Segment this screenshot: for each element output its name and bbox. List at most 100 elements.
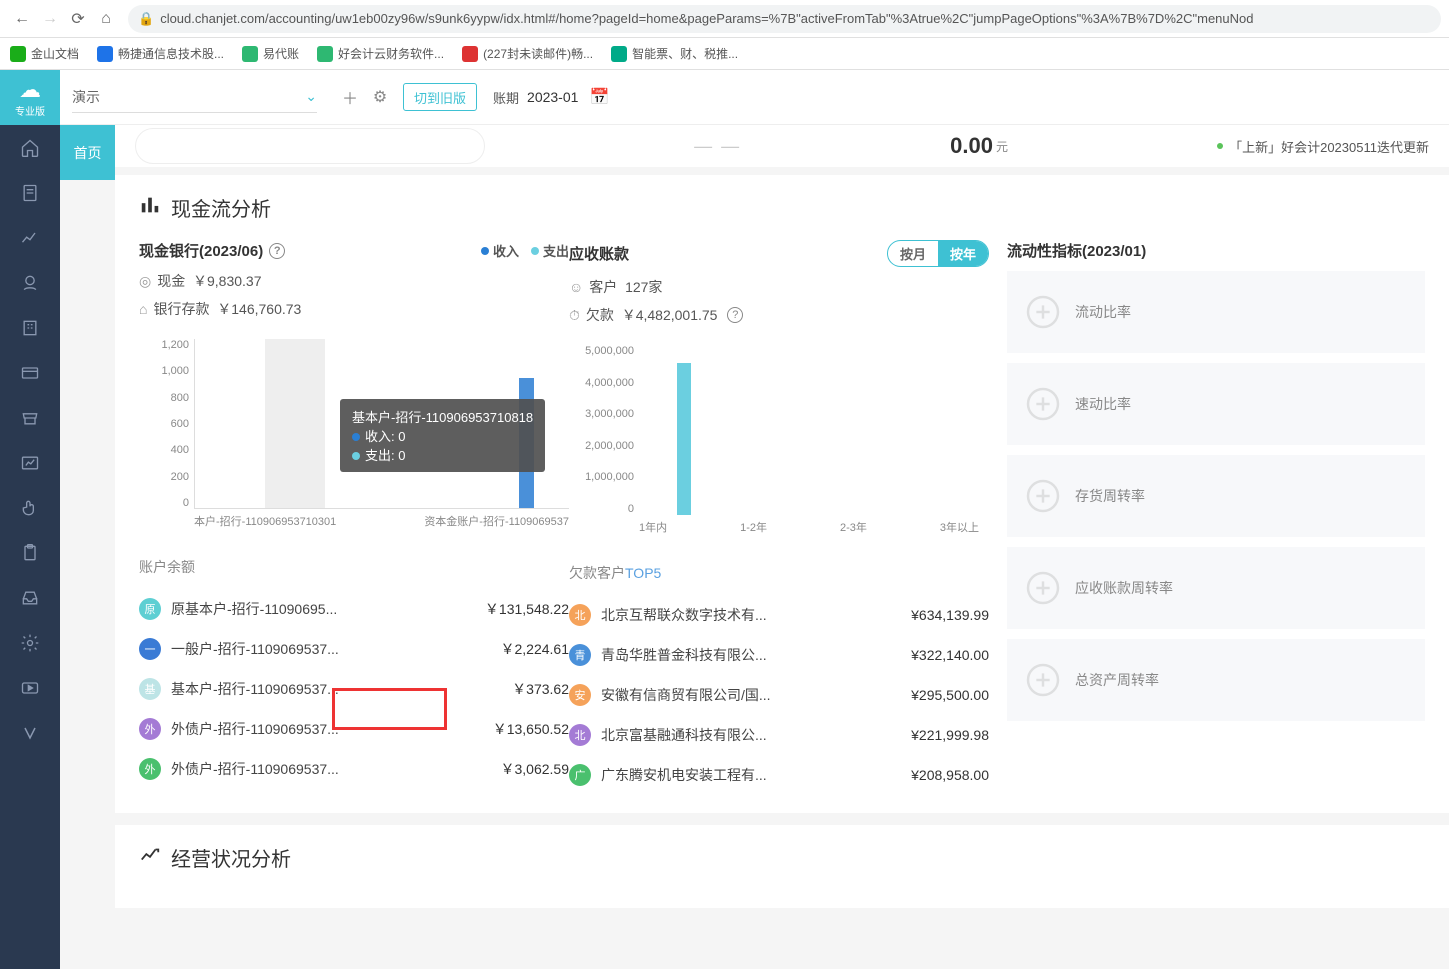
account-row[interactable]: 基基本户-招行-1109069537...￥373.62	[139, 669, 569, 709]
nav-clipboard-icon[interactable]	[0, 530, 60, 575]
period-label: 账期	[493, 88, 519, 107]
yuan-label: 元	[996, 138, 1008, 155]
account-row[interactable]: 一一般户-招行-1109069537...￥2,224.61	[139, 629, 569, 669]
dash-value: — —	[694, 136, 741, 157]
nav-home-icon[interactable]	[0, 125, 60, 170]
indicator-icon	[1023, 384, 1063, 424]
search-oval[interactable]	[135, 128, 485, 164]
news-item[interactable]: 「上新」好会计20230511迭代更新	[1217, 137, 1429, 156]
nav-chart-icon[interactable]	[0, 215, 60, 260]
nav-hand-icon[interactable]	[0, 485, 60, 530]
nav-card-icon[interactable]	[0, 350, 60, 395]
account-badge: 原	[139, 598, 161, 620]
legend-in-dot	[481, 247, 489, 255]
period-value[interactable]: 2023-01	[527, 89, 578, 105]
bookmark[interactable]: 畅捷通信息技术股...	[97, 45, 224, 62]
indicator-icon	[1023, 476, 1063, 516]
nav-dashboard-icon[interactable]	[0, 440, 60, 485]
reload-button[interactable]: ⟳	[64, 5, 92, 33]
chart-highlight-band	[265, 339, 325, 508]
top-header: 演示 ⌄ ＋ ⚙ 切到旧版 账期 2023-01 📅	[60, 70, 1449, 125]
help-icon[interactable]: ?	[727, 307, 743, 323]
bank-icon: ⌂	[139, 301, 147, 317]
ops-panel: 经营状况分析	[115, 825, 1449, 908]
receivable-title: 应收账款	[569, 243, 629, 264]
summary-strip: — — 0.00 元 「上新」好会计20230511迭代更新	[115, 125, 1449, 167]
favicon	[611, 46, 627, 62]
gear-icon[interactable]: ⚙	[365, 82, 395, 112]
indicator-card[interactable]: 应收账款周转率	[1007, 547, 1425, 629]
dot-icon	[1217, 143, 1223, 149]
bookmark[interactable]: 好会计云财务软件...	[317, 45, 444, 62]
indicator-card[interactable]: 速动比率	[1007, 363, 1425, 445]
receivable-bar-chart: 5,000,0004,000,0003,000,0002,000,0001,00…	[569, 345, 989, 545]
debtor-badge: 北	[569, 604, 591, 626]
favicon	[242, 46, 258, 62]
nav-inbox-icon[interactable]	[0, 575, 60, 620]
calendar-icon[interactable]: 📅	[584, 82, 614, 112]
nav-video-icon[interactable]	[0, 665, 60, 710]
browser-toolbar: ← → ⟳ ⌂ 🔒 cloud.chanjet.com /accounting/…	[0, 0, 1449, 38]
logo-label: 专业版	[15, 103, 45, 118]
coin-icon: ◎	[139, 273, 151, 290]
bank-bar-chart: 1,2001,0008006004002000 基本户-招行-110906953…	[139, 339, 569, 539]
nav-money-icon[interactable]	[0, 260, 60, 305]
account-row[interactable]: 外外债户-招行-1109069537...￥3,062.59	[139, 749, 569, 789]
tab-strip: 首页	[60, 125, 115, 180]
nav-gear-icon[interactable]	[0, 620, 60, 665]
bookmark[interactable]: (227封未读邮件)畅...	[462, 45, 593, 62]
debtor-row[interactable]: 安安徽有信商贸有限公司/国...¥295,500.00	[569, 675, 989, 715]
nav-shop-icon[interactable]	[0, 395, 60, 440]
indicator-card[interactable]: 总资产周转率	[1007, 639, 1425, 721]
balance-title: 账户余额	[139, 557, 569, 577]
cash-bank-section: 现金银行(2023/06) ? 收入 支出 ◎现金 ￥9,830.37 ⌂银行存…	[139, 240, 569, 795]
favicon	[317, 46, 333, 62]
legend-out-dot	[531, 247, 539, 255]
bookmark[interactable]: 金山文档	[10, 45, 79, 62]
indicators-title: 流动性指标(2023/01)	[1007, 240, 1425, 261]
account-badge: 一	[139, 638, 161, 660]
favicon	[462, 46, 478, 62]
debtor-row[interactable]: 北北京互帮联众数字技术有...¥634,139.99	[569, 595, 989, 635]
switch-old-button[interactable]: 切到旧版	[403, 83, 477, 111]
cashflow-panel: 现金流分析 现金银行(2023/06) ? 收入 支出	[115, 175, 1449, 813]
indicator-card[interactable]: 流动比率	[1007, 271, 1425, 353]
indicator-icon	[1023, 292, 1063, 332]
nav-v-icon[interactable]	[0, 710, 60, 755]
bookmark[interactable]: 易代账	[242, 45, 299, 62]
debtor-row[interactable]: 北北京富基融通科技有限公...¥221,999.98	[569, 715, 989, 755]
cash-bank-title: 现金银行(2023/06)	[139, 240, 263, 261]
add-button[interactable]: ＋	[335, 82, 365, 112]
debtor-row[interactable]: 广广东腾安机电安装工程有...¥208,958.00	[569, 755, 989, 795]
back-button[interactable]: ←	[8, 5, 36, 33]
help-icon[interactable]: ?	[269, 243, 285, 259]
bookmark[interactable]: 智能票、财、税推...	[611, 45, 738, 62]
user-icon: ☺	[569, 279, 583, 295]
cloud-upload-icon: ☁	[19, 77, 41, 103]
url-bar[interactable]: 🔒 cloud.chanjet.com /accounting/uw1eb00z…	[128, 5, 1441, 33]
home-button[interactable]: ⌂	[92, 5, 120, 33]
account-row[interactable]: 原原基本户-招行-11090695...￥131,548.22	[139, 589, 569, 629]
tab-home[interactable]: 首页	[60, 125, 115, 180]
app-logo[interactable]: ☁ 专业版	[0, 70, 60, 125]
debtor-badge: 广	[569, 764, 591, 786]
chevron-down-icon: ⌄	[305, 88, 317, 105]
nav-building-icon[interactable]	[0, 305, 60, 350]
indicators-section: 流动性指标(2023/01) 流动比率速动比率存货周转率应收账款周转率总资产周转…	[1007, 240, 1425, 795]
debtor-row[interactable]: 青青岛华胜普金科技有限公...¥322,140.00	[569, 635, 989, 675]
org-select[interactable]: 演示 ⌄	[72, 81, 317, 113]
account-row[interactable]: 外外债户-招行-1109069537...￥13,650.52	[139, 709, 569, 749]
toggle-year[interactable]: 按年	[938, 241, 988, 266]
indicator-card[interactable]: 存货周转率	[1007, 455, 1425, 537]
nav-doc-icon[interactable]	[0, 170, 60, 215]
toggle-month[interactable]: 按月	[888, 241, 938, 266]
favicon	[97, 46, 113, 62]
account-badge: 外	[139, 758, 161, 780]
period-toggle[interactable]: 按月 按年	[887, 240, 989, 267]
forward-button[interactable]: →	[36, 5, 64, 33]
chart-tooltip: 基本户-招行-110906953710818 收入: 0 支出: 0	[340, 399, 545, 472]
debtor-badge: 北	[569, 724, 591, 746]
zero-value: 0.00	[950, 133, 993, 159]
debtor-badge: 安	[569, 684, 591, 706]
lock-icon: 🔒	[138, 11, 154, 27]
